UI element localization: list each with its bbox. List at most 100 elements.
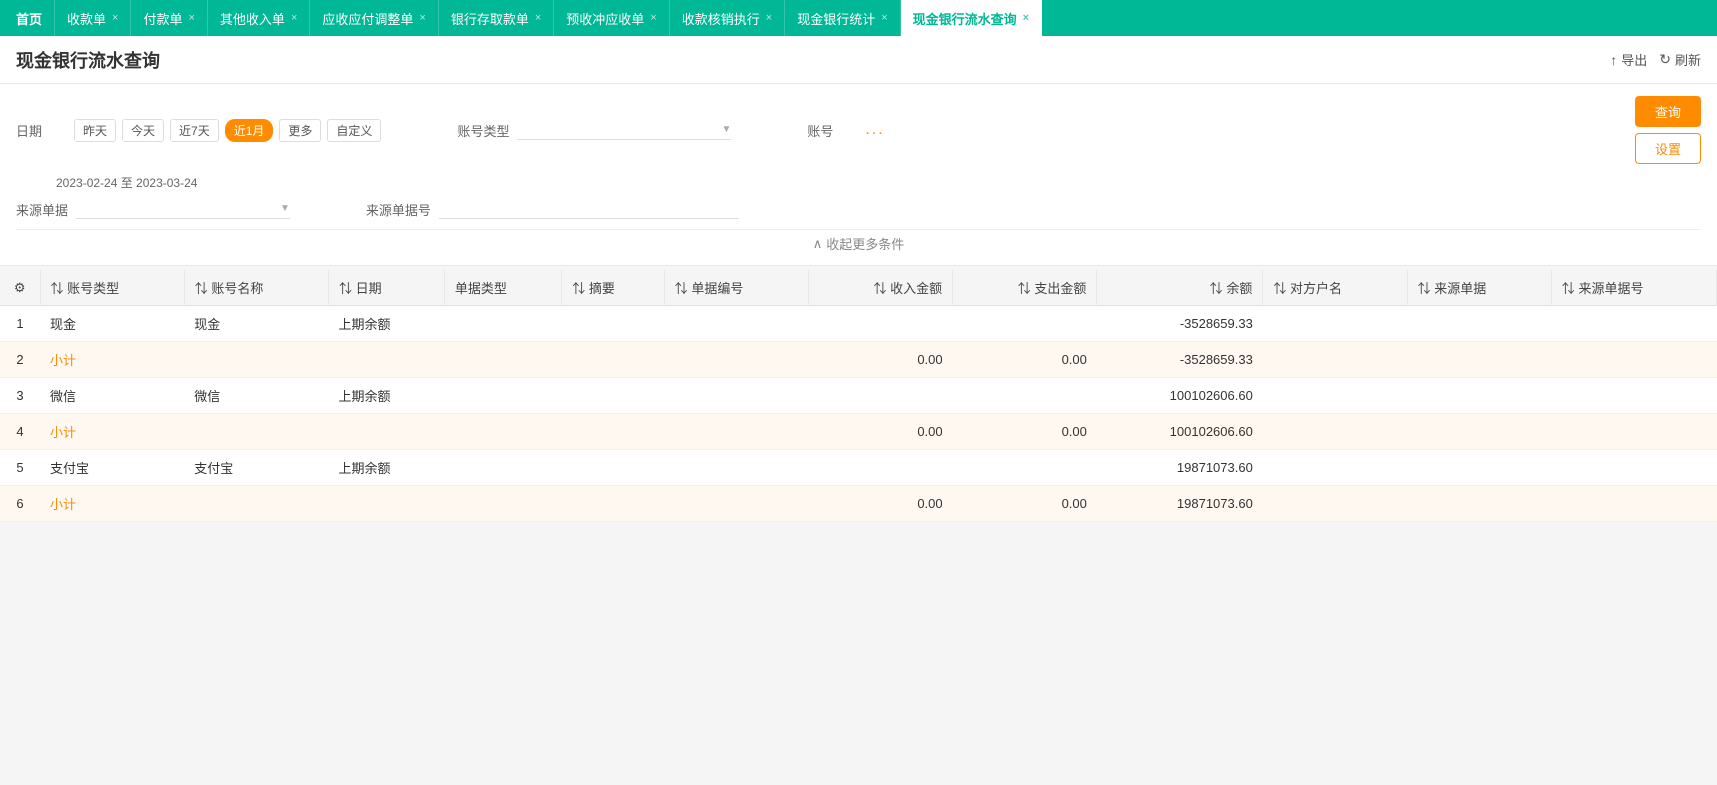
setting-button[interactable]: 设置	[1635, 133, 1701, 164]
col-balance[interactable]: ⇅ 余额	[1097, 270, 1263, 306]
date-options: 昨天 今天 近7天 近1月 更多 自定义	[74, 119, 381, 142]
col-account-type[interactable]: ⇅ 账号类型	[40, 270, 184, 306]
refresh-icon: ↻	[1659, 51, 1671, 68]
cell-date	[328, 342, 444, 378]
cell-doc-no	[664, 450, 808, 486]
query-button[interactable]: 查询	[1635, 96, 1701, 127]
date-btn-today[interactable]: 今天	[122, 119, 164, 142]
close-icon[interactable]: ×	[650, 12, 656, 24]
col-source-doc[interactable]: ⇅ 来源单据	[1407, 270, 1551, 306]
source-doc-select[interactable]: ▼	[76, 199, 290, 219]
page-header: 现金银行流水查询 ↑ 导出 ↻ 刷新	[0, 36, 1717, 84]
close-icon[interactable]: ×	[188, 12, 194, 24]
export-button[interactable]: ↑ 导出	[1610, 50, 1647, 69]
cell-summary	[562, 306, 664, 342]
table-row: 6小计0.000.0019871073.60	[0, 486, 1717, 522]
cell-expense: 0.00	[953, 414, 1097, 450]
date-btn-1month[interactable]: 近1月	[225, 119, 274, 142]
table-row: 4小计0.000.00100102606.60	[0, 414, 1717, 450]
cell-doc-no	[664, 378, 808, 414]
source-doc-filter-group: 来源单据 ▼	[16, 199, 290, 219]
table-body: 1现金现金上期余额-3528659.332小计0.000.00-3528659.…	[0, 306, 1717, 522]
cell-doc-no	[664, 306, 808, 342]
table-row: 5支付宝支付宝上期余额19871073.60	[0, 450, 1717, 486]
refresh-button[interactable]: ↻ 刷新	[1659, 50, 1701, 69]
table-header-row: ⚙ ⇅ 账号类型 ⇅ 账号名称 ⇅ 日期 单据类型 ⇅ 摘要 ⇅	[0, 270, 1717, 306]
cell-doc-type	[444, 342, 561, 378]
table-row: 2小计0.000.00-3528659.33	[0, 342, 1717, 378]
source-doc-no-filter-group: 来源单据号	[366, 199, 739, 219]
cell-counterparty	[1263, 414, 1407, 450]
nav-tab-receipts[interactable]: 收款单 ×	[55, 0, 131, 36]
cell-doc-type	[444, 306, 561, 342]
col-account-name[interactable]: ⇅ 账号名称	[184, 270, 328, 306]
cell-source-doc	[1407, 414, 1551, 450]
cell-account-name: 支付宝	[184, 450, 328, 486]
close-icon[interactable]: ×	[419, 12, 425, 24]
col-summary[interactable]: ⇅ 摘要	[562, 270, 664, 306]
cell-doc-type	[444, 450, 561, 486]
nav-tab-cash-flow[interactable]: 现金银行流水查询 ×	[901, 0, 1042, 36]
date-btn-7days[interactable]: 近7天	[170, 119, 219, 142]
close-icon[interactable]: ×	[291, 12, 297, 24]
close-icon[interactable]: ×	[1023, 12, 1029, 24]
close-icon[interactable]: ×	[535, 12, 541, 24]
col-source-doc-no[interactable]: ⇅ 来源单据号	[1551, 270, 1716, 306]
col-doc-no[interactable]: ⇅ 单据编号	[664, 270, 808, 306]
nav-tab-bank-deposit[interactable]: 银行存取款单 ×	[439, 0, 554, 36]
cell-doc-no	[664, 414, 808, 450]
cell-account-name	[184, 486, 328, 522]
cell-expense	[953, 378, 1097, 414]
cell-balance: -3528659.33	[1097, 306, 1263, 342]
account-type-select[interactable]: ▼	[517, 120, 731, 140]
cell-counterparty	[1263, 450, 1407, 486]
nav-tab-collection[interactable]: 收款核销执行 ×	[670, 0, 785, 36]
gear-icon[interactable]: ⚙	[14, 280, 26, 295]
col-settings[interactable]: ⚙	[0, 270, 40, 306]
cell-source-doc-no	[1551, 342, 1716, 378]
cell-account-type: 小计	[40, 486, 184, 522]
col-date[interactable]: ⇅ 日期	[328, 270, 444, 306]
chevron-up-icon: ∧	[813, 236, 823, 252]
close-icon[interactable]: ×	[766, 12, 772, 24]
collapse-bar[interactable]: ∧ 收起更多条件	[16, 229, 1701, 257]
cell-counterparty	[1263, 378, 1407, 414]
account-type-input[interactable]	[517, 120, 717, 139]
more-options-button[interactable]: ...	[865, 121, 884, 139]
source-doc-no-input-wrapper[interactable]	[439, 199, 739, 219]
nav-tab-other-income[interactable]: 其他收入单 ×	[208, 0, 310, 36]
chevron-down-icon: ▼	[280, 203, 290, 214]
date-btn-yesterday[interactable]: 昨天	[74, 119, 116, 142]
cell-index: 1	[0, 306, 40, 342]
col-income[interactable]: ⇅ 收入金额	[808, 270, 952, 306]
data-table-container: ⚙ ⇅ 账号类型 ⇅ 账号名称 ⇅ 日期 单据类型 ⇅ 摘要 ⇅	[0, 270, 1717, 522]
filter-row-date: 日期 昨天 今天 近7天 近1月 更多 自定义 账号类型 ▼ 账号 ...	[16, 96, 1701, 164]
date-btn-custom[interactable]: 自定义	[327, 119, 381, 142]
col-doc-type[interactable]: 单据类型	[444, 270, 561, 306]
cell-index: 5	[0, 450, 40, 486]
cell-counterparty	[1263, 342, 1407, 378]
source-doc-no-input[interactable]	[439, 199, 739, 218]
cell-account-type: 小计	[40, 342, 184, 378]
date-range-display: 2023-02-24 至 2023-03-24	[52, 174, 1701, 191]
nav-tab-cash-stats[interactable]: 现金银行统计 ×	[785, 0, 900, 36]
cell-source-doc-no	[1551, 306, 1716, 342]
account-type-filter-group: 账号类型 ▼	[457, 120, 731, 140]
col-counterparty[interactable]: ⇅ 对方户名	[1263, 270, 1407, 306]
cell-counterparty	[1263, 486, 1407, 522]
nav-tab-payments[interactable]: 付款单 ×	[131, 0, 207, 36]
nav-tab-adjustment[interactable]: 应收应付调整单 ×	[310, 0, 438, 36]
col-expense[interactable]: ⇅ 支出金额	[953, 270, 1097, 306]
nav-tab-prepaid[interactable]: 预收冲应收单 ×	[554, 0, 669, 36]
source-doc-input[interactable]	[76, 199, 276, 218]
cell-source-doc-no	[1551, 414, 1716, 450]
cell-income: 0.00	[808, 342, 952, 378]
cell-balance: -3528659.33	[1097, 342, 1263, 378]
date-btn-more[interactable]: 更多	[279, 119, 321, 142]
top-nav: 首页 收款单 × 付款单 × 其他收入单 × 应收应付调整单 × 银行存取款单 …	[0, 0, 1717, 36]
close-icon[interactable]: ×	[881, 12, 887, 24]
cell-income	[808, 378, 952, 414]
close-icon[interactable]: ×	[112, 12, 118, 24]
cell-income: 0.00	[808, 486, 952, 522]
nav-home[interactable]: 首页	[4, 0, 55, 36]
